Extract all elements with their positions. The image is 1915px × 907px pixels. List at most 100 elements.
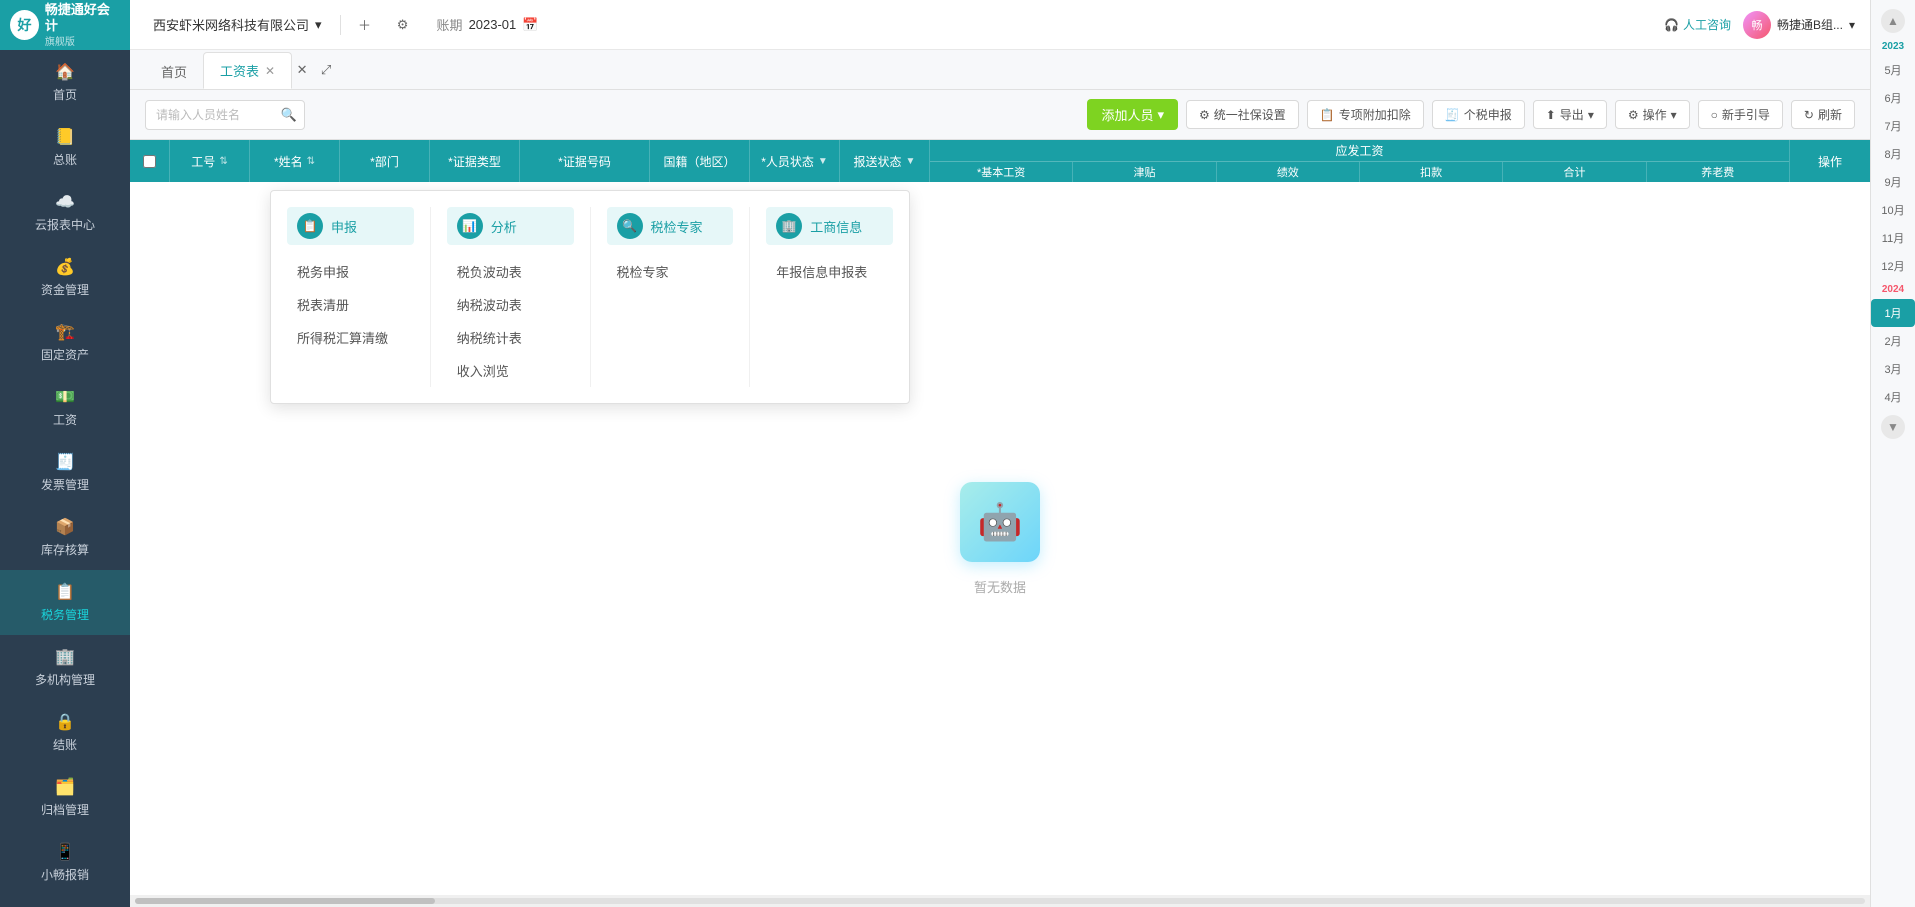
- declare-label: 申报: [331, 217, 357, 236]
- user-menu[interactable]: 畅 畅捷通B组... ▾: [1743, 11, 1855, 39]
- menu-tax-declare[interactable]: 税务申报: [287, 255, 414, 288]
- menu-tax-stats[interactable]: 纳税统计表: [447, 321, 574, 354]
- menu-tax-table[interactable]: 税表清册: [287, 288, 414, 321]
- menu-income-tax[interactable]: 所得税汇算清缴: [287, 321, 414, 354]
- th-id[interactable]: 工号 ⇅: [170, 140, 250, 182]
- maximize-tab-button[interactable]: ⤢: [314, 50, 338, 89]
- th-pension: 养老费: [1647, 162, 1789, 182]
- main-area: 西安虾米网络科技有限公司 ▾ ＋ ⚙ 账期 2023-01 📅 🎧 人工咨询 畅…: [130, 0, 1870, 907]
- menu-income-browse[interactable]: 收入浏览: [447, 354, 574, 387]
- th-name[interactable]: *姓名 ⇅: [250, 140, 340, 182]
- archive-icon: 🗂️: [55, 777, 75, 797]
- month-2023-12[interactable]: 12月: [1871, 252, 1915, 280]
- sidebar-label-archive: 归档管理: [41, 801, 89, 818]
- month-2023-11[interactable]: 11月: [1871, 224, 1915, 252]
- tab-home[interactable]: 首页: [145, 54, 203, 89]
- refresh-button[interactable]: ↻ 刷新: [1791, 100, 1855, 129]
- nav-up-button[interactable]: ▲: [1881, 9, 1905, 33]
- sidebar-item-home[interactable]: 🏠 首页: [0, 50, 130, 115]
- month-2024-1[interactable]: 1月: [1871, 299, 1915, 327]
- th-checkbox[interactable]: [130, 140, 170, 182]
- tab-salary[interactable]: 工资表 ✕: [203, 52, 292, 89]
- ledger-icon: 📒: [55, 127, 75, 147]
- sidebar-item-multi_org[interactable]: 🏢 多机构管理: [0, 635, 130, 700]
- sidebar-item-xiaochang[interactable]: 📱 小畅报销: [0, 830, 130, 895]
- settings-icon[interactable]: ⚙: [389, 11, 417, 39]
- logo-icon: 好: [10, 10, 39, 40]
- sidebar-item-inventory[interactable]: 📦 库存核算: [0, 505, 130, 570]
- add-employee-button[interactable]: 添加人员 ▾: [1087, 99, 1178, 130]
- dropdown-col-business: 🏢 工商信息 年报信息申报表: [766, 207, 893, 387]
- month-2023-8[interactable]: 8月: [1871, 140, 1915, 168]
- th-dept[interactable]: *部门: [340, 140, 430, 182]
- sidebar-item-close[interactable]: 🔒 结账: [0, 700, 130, 765]
- sidebar-label-close: 结账: [53, 736, 77, 753]
- month-2023-10[interactable]: 10月: [1871, 196, 1915, 224]
- operation-button[interactable]: ⚙ 操作 ▾: [1615, 100, 1690, 129]
- business-icon: 🏢: [776, 213, 802, 239]
- service-button[interactable]: 🎧 人工咨询: [1664, 16, 1731, 33]
- topbar: 西安虾米网络科技有限公司 ▾ ＋ ⚙ 账期 2023-01 📅 🎧 人工咨询 畅…: [130, 0, 1870, 50]
- company-selector[interactable]: 西安虾米网络科技有限公司 ▾: [145, 11, 330, 38]
- empty-icon: 🤖: [960, 482, 1040, 562]
- sidebar-label-fund: 资金管理: [41, 281, 89, 298]
- month-2023-7[interactable]: 7月: [1871, 112, 1915, 140]
- tax-return-button[interactable]: 🧾 个税申报: [1432, 100, 1525, 129]
- sidebar-item-archive[interactable]: 🗂️ 归档管理: [0, 765, 130, 830]
- th-region[interactable]: 国籍（地区）: [650, 140, 750, 182]
- month-2023-6[interactable]: 6月: [1871, 84, 1915, 112]
- sidebar-item-assets[interactable]: 🏗️ 固定资产: [0, 310, 130, 375]
- sidebar-item-settings[interactable]: ⚙️ 基础设置: [0, 895, 130, 907]
- export-icon: ⬆: [1546, 108, 1556, 122]
- th-certtype[interactable]: *证据类型: [430, 140, 520, 182]
- table-header: 工号 ⇅ *姓名 ⇅ *部门 *证据类型 *证据号码 国籍（地区）: [130, 140, 1870, 182]
- filter-report-icon[interactable]: ▼: [906, 156, 916, 167]
- tab-close-icon[interactable]: ✕: [265, 64, 275, 78]
- close-tab-button[interactable]: ✕: [292, 50, 312, 89]
- search-icon[interactable]: 🔍: [281, 107, 297, 123]
- month-2023-5[interactable]: 5月: [1871, 56, 1915, 84]
- guide-button[interactable]: ○ 新手引导: [1698, 100, 1783, 129]
- add-dropdown-icon: ▾: [1157, 107, 1164, 123]
- menu-tax-burden[interactable]: 税负波动表: [447, 255, 574, 288]
- month-2023-9[interactable]: 9月: [1871, 168, 1915, 196]
- logo-text: 畅捷通好会计 旗舰版: [45, 2, 120, 48]
- sidebar-item-tax[interactable]: 📋 税务管理: [0, 570, 130, 635]
- month-2024-2[interactable]: 2月: [1871, 327, 1915, 355]
- multi_org-icon: 🏢: [55, 647, 75, 667]
- th-salary-group: 应发工资 *基本工资 津贴 绩效 扣款 合计 养老费: [930, 140, 1790, 182]
- month-2024-3[interactable]: 3月: [1871, 355, 1915, 383]
- menu-tax-fluctuation[interactable]: 纳税波动表: [447, 288, 574, 321]
- filter-status-icon[interactable]: ▼: [818, 156, 828, 167]
- month-2024-4[interactable]: 4月: [1871, 383, 1915, 411]
- search-wrapper: 🔍: [145, 100, 305, 130]
- sidebar-item-salary[interactable]: 💵 工资: [0, 375, 130, 440]
- special-deduct-button[interactable]: 📋 专项附加扣除: [1307, 100, 1424, 129]
- menu-annual-report[interactable]: 年报信息申报表: [766, 255, 893, 288]
- sidebar-item-cloud[interactable]: ☁️ 云报表中心: [0, 180, 130, 245]
- toolbar-right: 添加人员 ▾ ⚙ 统一社保设置 📋 专项附加扣除 🧾 个税申报 ⬆ 导出: [1087, 99, 1855, 130]
- th-certno[interactable]: *证据号码: [520, 140, 650, 182]
- th-report[interactable]: 报送状态 ▼: [840, 140, 930, 182]
- dropdown-col-declare-header: 📋 申报: [287, 207, 414, 245]
- scrollbar-thumb[interactable]: [135, 898, 435, 904]
- analysis-icon: 📊: [457, 213, 483, 239]
- dropdown-col-expert: 🔍 税检专家 税检专家: [607, 207, 751, 387]
- sidebar-item-invoice[interactable]: 🧾 发票管理: [0, 440, 130, 505]
- bottom-scrollbar[interactable]: [130, 895, 1870, 907]
- nav-down-button[interactable]: ▼: [1881, 415, 1905, 439]
- sidebar-item-ledger[interactable]: 📒 总账: [0, 115, 130, 180]
- export-button[interactable]: ⬆ 导出 ▾: [1533, 100, 1607, 129]
- right-date-panel: ▲ 2023 5月 6月 7月 8月 9月 10月 11月 12月 2024 1…: [1870, 0, 1915, 907]
- calendar-icon[interactable]: 📅: [522, 17, 538, 33]
- sidebar-label-home: 首页: [53, 86, 77, 103]
- social-insurance-button[interactable]: ⚙ 统一社保设置: [1186, 100, 1299, 129]
- deduct-icon: 📋: [1320, 108, 1335, 122]
- select-all-checkbox[interactable]: [143, 155, 156, 168]
- sidebar-item-fund[interactable]: 💰 资金管理: [0, 245, 130, 310]
- add-company-button[interactable]: ＋: [351, 11, 379, 39]
- company-name: 西安虾米网络科技有限公司: [153, 15, 309, 34]
- menu-tax-expert[interactable]: 税检专家: [607, 255, 734, 288]
- th-status[interactable]: *人员状态 ▼: [750, 140, 840, 182]
- business-label: 工商信息: [810, 217, 862, 236]
